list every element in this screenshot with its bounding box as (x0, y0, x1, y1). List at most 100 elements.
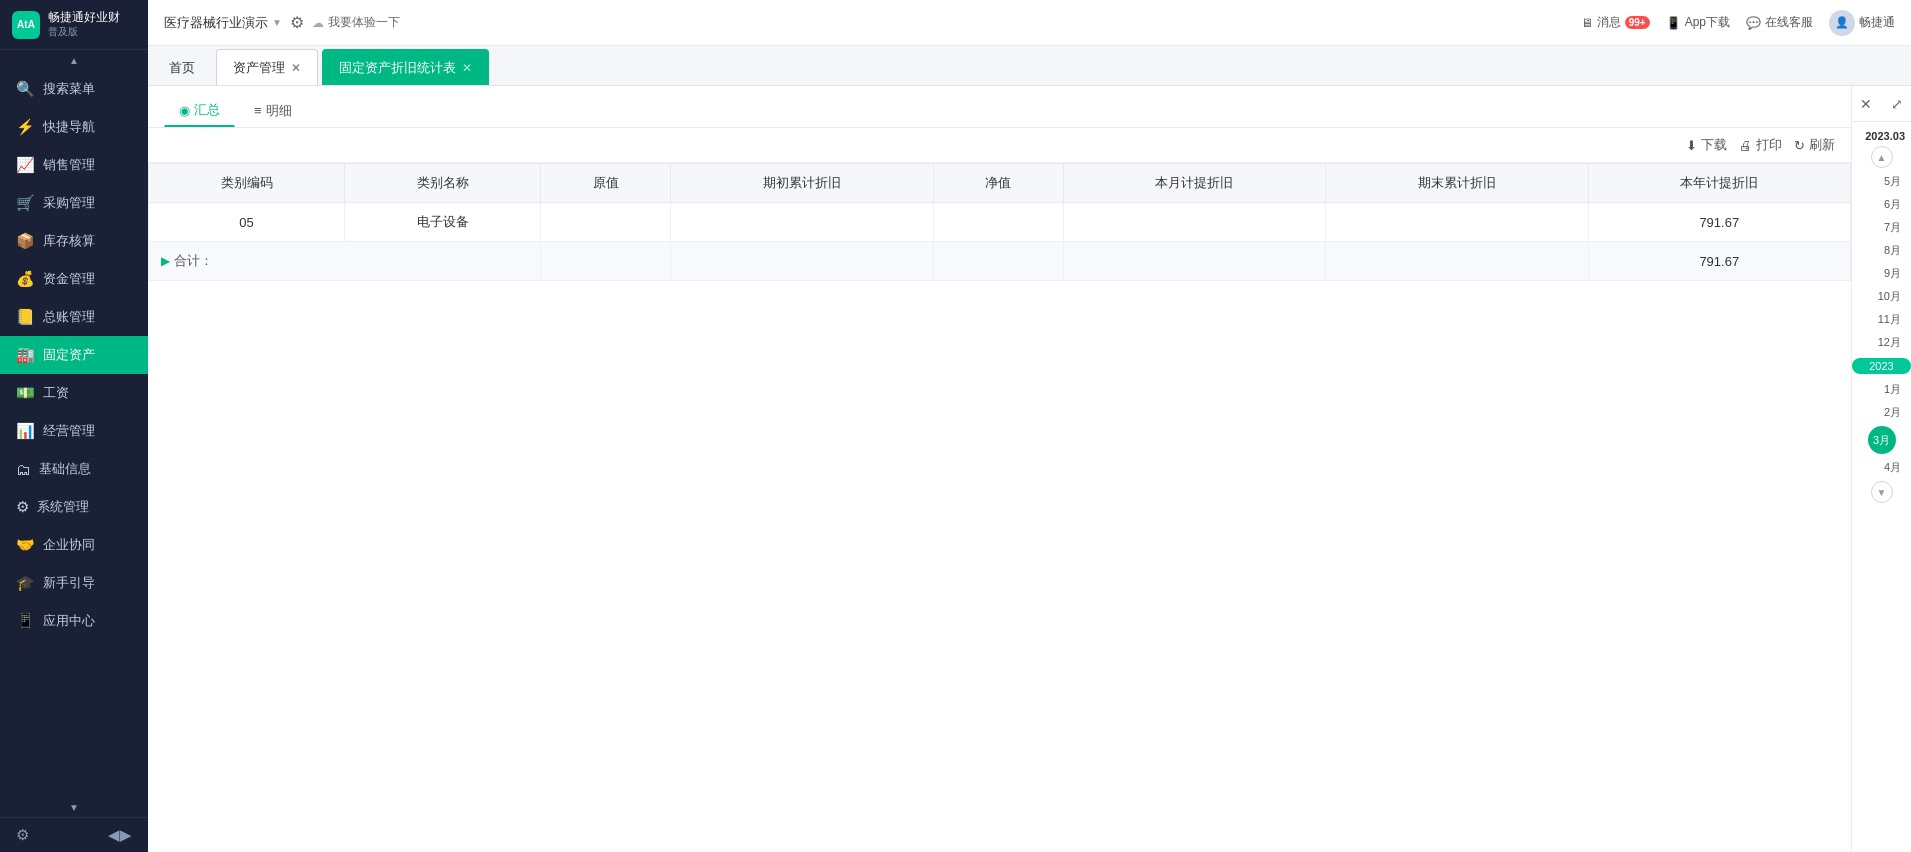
timeline-month-8[interactable]: 8月 (1852, 239, 1911, 262)
summary-tab-label: 汇总 (194, 101, 220, 119)
sidebar-item-ledger[interactable]: 📒 总账管理 (0, 298, 148, 336)
table-row: 05 电子设备 791.67 (149, 203, 1851, 242)
timeline-year-badge[interactable]: 2023 (1852, 358, 1911, 374)
total-expand-icon[interactable]: ▶ (161, 254, 170, 268)
sidebar-nav: 🔍 搜索菜单 ⚡ 快捷导航 📈 销售管理 🛒 采购管理 📦 库存核算 💰 资金管… (0, 70, 148, 797)
notification-badge: 99+ (1625, 16, 1650, 29)
timeline-month-2[interactable]: 2月 (1852, 401, 1911, 424)
app-download-btn[interactable]: 📱 App下载 (1666, 14, 1730, 31)
user-menu[interactable]: 👤 畅捷通 (1829, 10, 1895, 36)
total-row: ▶ 合计： 791.67 (149, 242, 1851, 281)
avatar: 👤 (1829, 10, 1855, 36)
sidebar: AtA 畅捷通好业财 普及版 ▲ 🔍 搜索菜单 ⚡ 快捷导航 📈 销售管理 🛒 … (0, 0, 148, 852)
sidebar-item-app-center[interactable]: 📱 应用中心 (0, 602, 148, 640)
timeline-month-4[interactable]: 4月 (1852, 456, 1911, 479)
sidebar-item-operations[interactable]: 📊 经营管理 (0, 412, 148, 450)
company-selector[interactable]: 医疗器械行业演示 ▼ (164, 14, 282, 32)
panel-close-icon[interactable]: ✕ (1860, 96, 1872, 112)
timeline-month-9[interactable]: 9月 (1852, 262, 1911, 285)
asset-tab-close-icon[interactable]: ✕ (291, 61, 301, 75)
sidebar-scroll-up[interactable]: ▲ (0, 50, 148, 70)
cloud-experience-btn[interactable]: ☁ 我要体验一下 (312, 14, 400, 31)
col-header-period-end-acc-dep: 期末累计折旧 (1326, 164, 1588, 203)
sub-tabs: ◉ 汇总 ≡ 明细 (148, 86, 1851, 128)
tab-depreciation[interactable]: 固定资产折旧统计表 ✕ (322, 49, 489, 85)
sidebar-item-inventory[interactable]: 📦 库存核算 (0, 222, 148, 260)
sidebar-item-label: 工资 (43, 384, 69, 402)
panel-expand-icon[interactable]: ⤢ (1891, 96, 1903, 112)
col-header-annual-dep: 本年计提折旧 (1588, 164, 1850, 203)
sidebar-item-fixed-assets[interactable]: 🏭 固定资产 (0, 336, 148, 374)
company-name: 医疗器械行业演示 (164, 14, 268, 32)
sidebar-item-purchase[interactable]: 🛒 采购管理 (0, 184, 148, 222)
sidebar-item-payroll[interactable]: 💵 工资 (0, 374, 148, 412)
fixed-assets-icon: 🏭 (16, 346, 35, 364)
total-label: ▶ 合计： (149, 242, 541, 281)
sidebar-item-finance[interactable]: 💰 资金管理 (0, 260, 148, 298)
sidebar-item-sales[interactable]: 📈 销售管理 (0, 146, 148, 184)
online-service-btn[interactable]: 💬 在线客服 (1746, 14, 1813, 31)
sidebar-item-label: 总账管理 (43, 308, 95, 326)
timeline-month-6[interactable]: 6月 (1852, 193, 1911, 216)
right-panel: ✕ ⤢ 2023.03 ▲ 5月 6月 7月 8月 9月 10月 11月 12月… (1851, 86, 1911, 852)
sidebar-item-label: 采购管理 (43, 194, 95, 212)
row-annual-dep: 791.67 (1588, 203, 1850, 242)
sidebar-item-label: 经营管理 (43, 422, 95, 440)
sidebar-item-search[interactable]: 🔍 搜索菜单 (0, 70, 148, 108)
sidebar-item-guide[interactable]: 🎓 新手引导 (0, 564, 148, 602)
cloud-icon: ☁ (312, 16, 324, 30)
sidebar-item-basic-info[interactable]: 🗂 基础信息 (0, 450, 148, 488)
settings-icon[interactable]: ⚙ (16, 826, 29, 844)
notification-btn[interactable]: 🖥 消息 99+ (1581, 14, 1650, 31)
row-net-value (933, 203, 1063, 242)
notification-icon: 🖥 (1581, 16, 1593, 30)
sidebar-item-system[interactable]: ⚙ 系统管理 (0, 488, 148, 526)
sidebar-item-collab[interactable]: 🤝 企业协同 (0, 526, 148, 564)
sidebar-bottom: ⚙ ◀▶ (0, 817, 148, 852)
sidebar-item-label: 基础信息 (39, 460, 91, 478)
sidebar-item-label: 系统管理 (37, 498, 89, 516)
sidebar-item-label: 应用中心 (43, 612, 95, 630)
user-name: 畅捷通 (1859, 14, 1895, 31)
topbar-left: 医疗器械行业演示 ▼ ⚙ ☁ 我要体验一下 (164, 13, 400, 32)
refresh-icon: ↻ (1794, 138, 1805, 153)
total-monthly-dep (1063, 242, 1325, 281)
timeline-month-5[interactable]: 5月 (1852, 170, 1911, 193)
sidebar-item-quick-nav[interactable]: ⚡ 快捷导航 (0, 108, 148, 146)
refresh-button[interactable]: ↻ 刷新 (1794, 136, 1835, 154)
page-content: ◉ 汇总 ≡ 明细 ⬇ 下载 🖨 打印 ↻ (148, 86, 1851, 852)
timeline-month-10[interactable]: 10月 (1852, 285, 1911, 308)
topbar-right: 🖥 消息 99+ 📱 App下载 💬 在线客服 👤 畅捷通 (1581, 10, 1895, 36)
print-button[interactable]: 🖨 打印 (1739, 136, 1782, 154)
row-monthly-dep (1063, 203, 1325, 242)
timeline-month-7[interactable]: 7月 (1852, 216, 1911, 239)
timeline-month-1[interactable]: 1月 (1852, 378, 1911, 401)
detail-icon: ≡ (254, 103, 262, 118)
timeline-month-11[interactable]: 11月 (1852, 308, 1911, 331)
depreciation-table: 类别编码 类别名称 原值 期初累计折旧 净值 本月计提折旧 期末累计折旧 本年计… (148, 163, 1851, 281)
timeline-next-btn[interactable]: ▼ (1871, 481, 1893, 503)
row-name: 电子设备 (345, 203, 541, 242)
sidebar-item-label: 库存核算 (43, 232, 95, 250)
sub-tab-summary[interactable]: ◉ 汇总 (164, 94, 235, 127)
timeline-prev-btn[interactable]: ▲ (1871, 146, 1893, 168)
finance-icon: 💰 (16, 270, 35, 288)
collapse-icon[interactable]: ◀▶ (108, 826, 132, 844)
row-code: 05 (149, 203, 345, 242)
timeline-month-12[interactable]: 12月 (1852, 331, 1911, 354)
sub-tab-detail[interactable]: ≡ 明细 (239, 95, 307, 127)
col-header-monthly-dep: 本月计提折旧 (1063, 164, 1325, 203)
tab-home[interactable]: 首页 (152, 49, 212, 85)
sidebar-scroll-down[interactable]: ▼ (0, 797, 148, 817)
table-wrapper: 类别编码 类别名称 原值 期初累计折旧 净值 本月计提折旧 期末累计折旧 本年计… (148, 163, 1851, 852)
tab-asset-mgmt[interactable]: 资产管理 ✕ (216, 49, 318, 85)
guide-icon: 🎓 (16, 574, 35, 592)
depreciation-tab-close-icon[interactable]: ✕ (462, 61, 472, 75)
timeline-month-3-active[interactable]: 3月 (1868, 426, 1896, 454)
download-button[interactable]: ⬇ 下载 (1686, 136, 1727, 154)
total-period-end-acc-dep (1326, 242, 1588, 281)
inventory-icon: 📦 (16, 232, 35, 250)
payroll-icon: 💵 (16, 384, 35, 402)
topbar-settings-icon[interactable]: ⚙ (290, 13, 304, 32)
depreciation-tab-label: 固定资产折旧统计表 (339, 59, 456, 77)
